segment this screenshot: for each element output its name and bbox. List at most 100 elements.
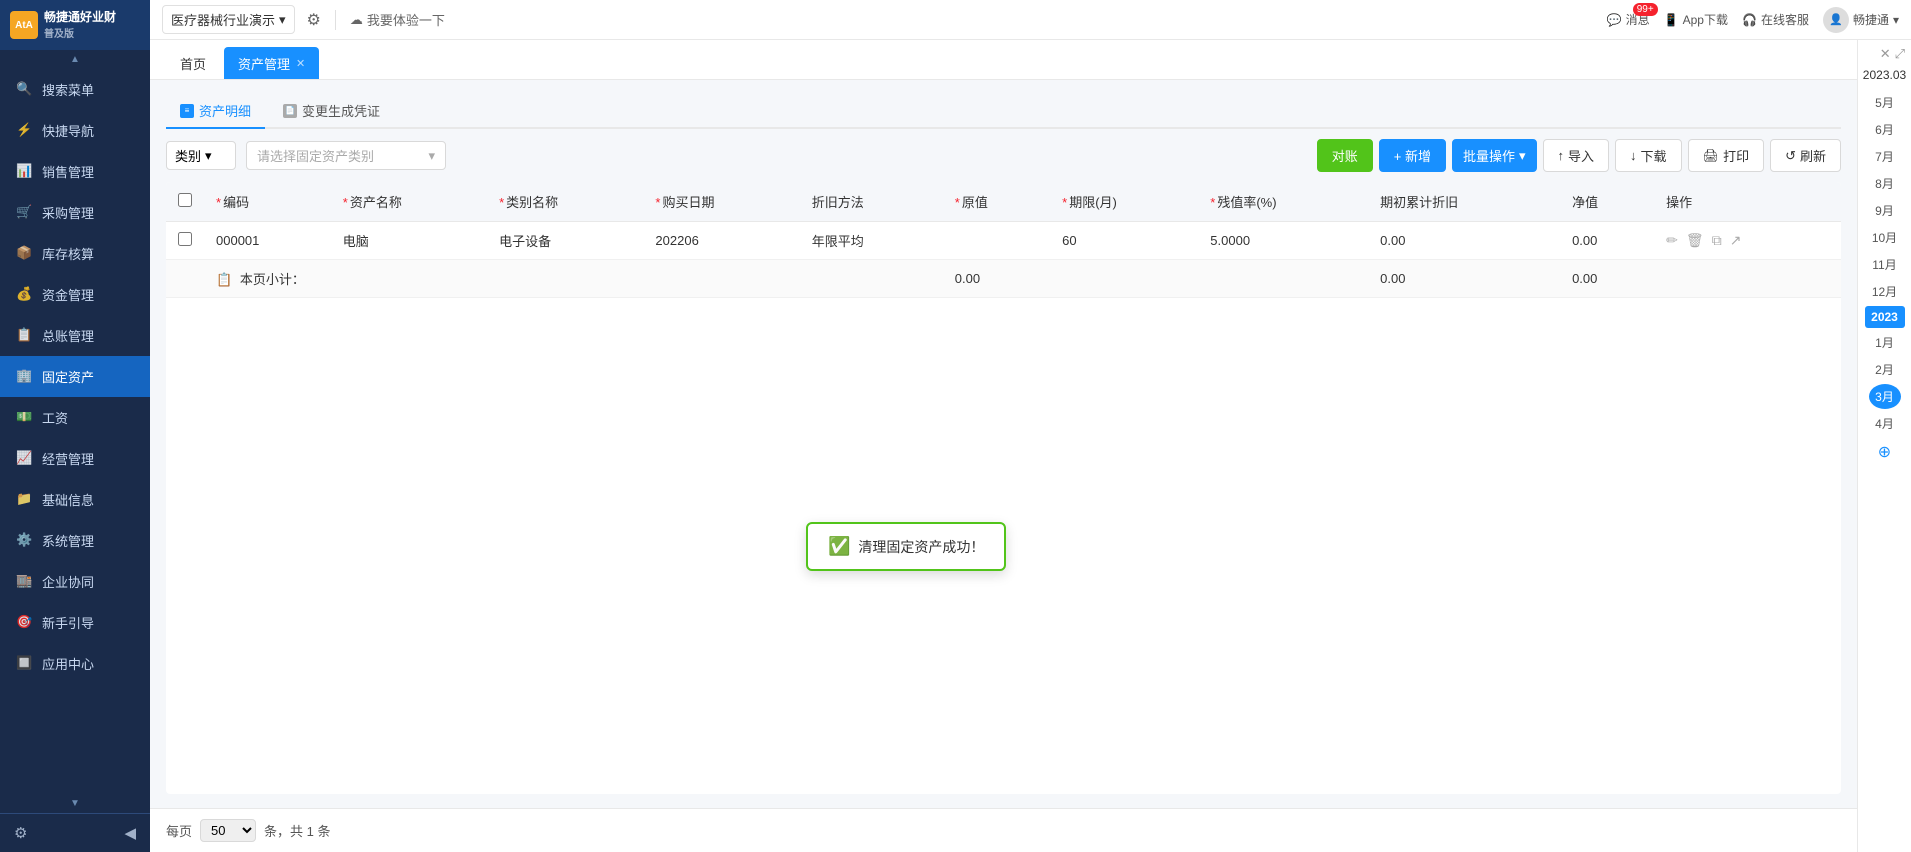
- tab-close-icon[interactable]: ✕: [296, 57, 305, 70]
- select-all-checkbox[interactable]: [178, 193, 192, 207]
- cal-month-5[interactable]: 5月: [1865, 90, 1905, 115]
- sidebar-item-purchase[interactable]: 🛒 采购管理: [0, 192, 150, 233]
- topbar-divider: [335, 10, 336, 30]
- row-checkbox[interactable]: [178, 232, 192, 246]
- panel-expand-icon[interactable]: ⤢: [1895, 46, 1905, 62]
- tab-asset-mgmt[interactable]: 资产管理 ✕: [224, 47, 319, 79]
- sidebar-item-payroll[interactable]: 💵 工资: [0, 397, 150, 438]
- cell-actions: ✏ 🗑 ⧉ ↗: [1654, 222, 1841, 260]
- cal-year-2023[interactable]: 2023: [1865, 306, 1905, 328]
- cloud-icon: ☁: [350, 12, 363, 28]
- cal-month-10[interactable]: 10月: [1865, 225, 1905, 250]
- cal-month-7[interactable]: 7月: [1865, 144, 1905, 169]
- collapse-icon[interactable]: ◀: [124, 824, 136, 842]
- cal-month-3-active[interactable]: 3月: [1869, 384, 1901, 409]
- cal-nav-down[interactable]: ⊕: [1865, 438, 1905, 466]
- online-service-button[interactable]: 🎧 在线客服: [1742, 11, 1809, 28]
- new-button[interactable]: + 新增: [1379, 139, 1446, 172]
- category-select[interactable]: 类别 ▾: [166, 141, 236, 170]
- company-selector[interactable]: 医疗器械行业演示 ▾: [162, 5, 295, 34]
- sub-tabs: ≡ 资产明细 📄 变更生成凭证: [166, 94, 1841, 129]
- select-all-header[interactable]: [166, 182, 204, 222]
- more-action-icon[interactable]: ↗: [1730, 232, 1742, 249]
- message-badge: 99+: [1633, 3, 1658, 16]
- cal-month-12[interactable]: 12月: [1865, 279, 1905, 304]
- print-icon: 🖨: [1703, 148, 1720, 164]
- sidebar-item-operations[interactable]: 📈 经营管理: [0, 438, 150, 479]
- print-button[interactable]: 🖨 打印: [1688, 139, 1765, 172]
- calendar-items: 5月 6月 7月 8月 9月 10月 11月 12月 2023 1月 2月 3月…: [1858, 86, 1911, 852]
- cal-month-11[interactable]: 11月: [1865, 252, 1905, 277]
- calendar-title: 2023.03: [1858, 64, 1911, 86]
- export-button[interactable]: ↑ 导入: [1543, 139, 1610, 172]
- cal-month-2[interactable]: 2月: [1865, 357, 1905, 382]
- subtotal-net: 0.00: [1560, 260, 1654, 298]
- sidebar-item-basic[interactable]: 📁 基础信息: [0, 479, 150, 520]
- subtotal-initial: 0.00: [1368, 260, 1560, 298]
- app-download-button[interactable]: 📱 App下载: [1664, 11, 1728, 28]
- cal-month-8[interactable]: 8月: [1865, 171, 1905, 196]
- sidebar-item-quicknav[interactable]: ⚡ 快捷导航: [0, 110, 150, 151]
- sidebar-item-guide[interactable]: 🎯 新手引导: [0, 602, 150, 643]
- filter-chevron-icon: ▾: [428, 148, 435, 164]
- refresh-icon: ↺: [1785, 148, 1796, 164]
- col-residual-rate: *残值率(%): [1198, 182, 1368, 222]
- sub-tab-asset-list[interactable]: ≡ 资产明细: [166, 94, 265, 129]
- batch-button[interactable]: 批量操作 ▾: [1452, 139, 1537, 172]
- refresh-button[interactable]: ↺ 刷新: [1770, 139, 1841, 172]
- payroll-icon: 💵: [16, 409, 34, 427]
- message-button[interactable]: 💬 消息 99+: [1607, 11, 1650, 28]
- sidebar-footer: ⚙ ◀: [0, 813, 150, 852]
- operations-icon: 📈: [16, 450, 34, 468]
- panel-close-icon[interactable]: ✕: [1880, 46, 1891, 62]
- reconcile-button[interactable]: 对账: [1317, 139, 1373, 172]
- sidebar-scroll-down[interactable]: ▼: [0, 794, 150, 813]
- sidebar-item-assets[interactable]: 🏢 固定资产: [0, 356, 150, 397]
- sidebar-scroll-up[interactable]: ▲: [0, 50, 150, 69]
- sidebar-item-enterprise[interactable]: 🏬 企业协同: [0, 561, 150, 602]
- row-actions: ✏ 🗑 ⧉ ↗: [1666, 232, 1829, 249]
- sidebar-item-system[interactable]: ⚙️ 系统管理: [0, 520, 150, 561]
- col-original-value: *原值: [943, 182, 1050, 222]
- sub-tab-voucher[interactable]: 📄 变更生成凭证: [269, 94, 394, 129]
- quicknav-icon: ⚡: [16, 122, 34, 140]
- sidebar-item-capital[interactable]: 💰 资金管理: [0, 274, 150, 315]
- voucher-icon: 📄: [283, 104, 297, 118]
- page-content: 首页 资产管理 ✕ ≡ 资产明细 📄 变更生成凭证: [150, 40, 1857, 852]
- col-code: *编码: [204, 182, 331, 222]
- logo-text: 畅捷通好业财: [44, 10, 116, 26]
- sidebar-item-search[interactable]: 🔍 搜索菜单: [0, 69, 150, 110]
- filter-row: 类别 ▾ 请选择固定资产类别 ▾: [166, 141, 446, 170]
- sidebar-item-ledger[interactable]: 📋 总账管理: [0, 315, 150, 356]
- user-menu[interactable]: 👤 畅捷通 ▾: [1823, 7, 1899, 33]
- experience-button[interactable]: ☁ 我要体验一下: [350, 10, 445, 29]
- delete-action-icon[interactable]: 🗑: [1686, 232, 1704, 249]
- download-button[interactable]: ↓ 下载: [1615, 139, 1682, 172]
- cal-month-6[interactable]: 6月: [1865, 117, 1905, 142]
- copy-action-icon[interactable]: ⧉: [1712, 232, 1722, 249]
- user-chevron-icon: ▾: [1893, 13, 1899, 27]
- cal-month-4[interactable]: 4月: [1865, 411, 1905, 436]
- col-name: *资产名称: [331, 182, 487, 222]
- main-area: 医疗器械行业演示 ▾ ⚙ ☁ 我要体验一下 💬 消息 99+ 📱 App下载 🎧…: [150, 0, 1911, 852]
- category-input[interactable]: 请选择固定资产类别 ▾: [246, 141, 446, 170]
- sidebar-item-apps[interactable]: 🔲 应用中心: [0, 643, 150, 684]
- col-net-value: 净值: [1560, 182, 1654, 222]
- cal-month-9[interactable]: 9月: [1865, 198, 1905, 223]
- sidebar-item-sales[interactable]: 📊 销售管理: [0, 151, 150, 192]
- cell-category: 电子设备: [487, 222, 643, 260]
- category-chevron-icon: ▾: [205, 148, 212, 164]
- table-header-row: *编码 *资产名称 *类别名称 *购买日期 折旧方法 *原值 *期限(月) *残…: [166, 182, 1841, 222]
- cal-month-1[interactable]: 1月: [1865, 330, 1905, 355]
- sidebar-item-inventory[interactable]: 📦 库存核算: [0, 233, 150, 274]
- topbar-settings-icon[interactable]: ⚙: [307, 10, 321, 30]
- tab-home[interactable]: 首页: [166, 47, 220, 79]
- settings-icon[interactable]: ⚙: [14, 824, 27, 842]
- sidebar-logo: AtA 畅捷通好业财 普及版: [0, 0, 150, 50]
- row-checkbox-cell[interactable]: [166, 222, 204, 260]
- inventory-icon: 📦: [16, 245, 34, 263]
- message-icon: 💬: [1607, 13, 1622, 27]
- content-wrap: 首页 资产管理 ✕ ≡ 资产明细 📄 变更生成凭证: [150, 40, 1911, 852]
- edit-action-icon[interactable]: ✏: [1666, 232, 1678, 249]
- page-size-select[interactable]: 50 100 200: [200, 819, 256, 842]
